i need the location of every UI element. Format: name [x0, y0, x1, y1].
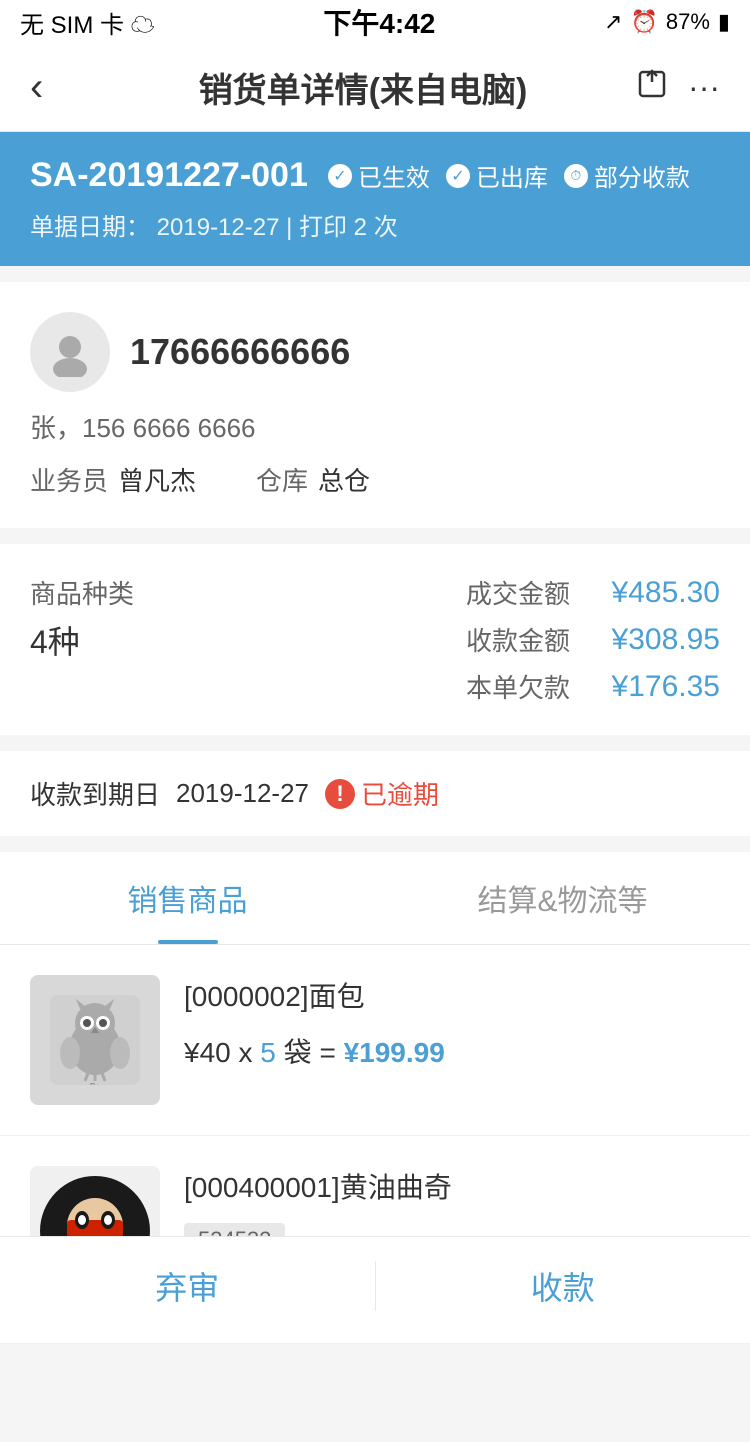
- check-icon-1: ✓: [328, 164, 352, 188]
- status-left: 无 SIM 卡 ☁: [20, 5, 155, 40]
- tab-settlement[interactable]: 结算&物流等: [375, 852, 750, 944]
- equals-1: =: [319, 1037, 343, 1068]
- amounts: 成交金额 ¥485.30 收款金额 ¥308.95 本单欠款 ¥176.35: [466, 574, 720, 705]
- sim-status: 无 SIM 卡 ☁: [20, 5, 155, 40]
- total-1: ¥199.99: [344, 1037, 445, 1068]
- amount-row-collected: 收款金额 ¥308.95: [466, 621, 720, 658]
- tabs-row: 销售商品 结算&物流等: [0, 852, 750, 945]
- svg-text:B+: B+: [90, 1082, 100, 1085]
- status-time: 下午4:42: [323, 2, 435, 42]
- type-value: 4种: [30, 617, 134, 663]
- due-section: 收款到期日 2019-12-27 ! 已逾期: [0, 751, 750, 836]
- back-button[interactable]: ‹: [30, 65, 90, 110]
- nav-bar: ‹ 销货单详情(来自电脑) ···: [0, 44, 750, 132]
- battery-status: 87%: [666, 9, 710, 35]
- salesperson-value: 曾凡杰: [118, 461, 196, 498]
- salesperson-label: 业务员: [30, 461, 108, 498]
- tab-sales-products[interactable]: 销售商品: [0, 852, 375, 944]
- product-name-2: [000400001]黄油曲奇: [184, 1166, 720, 1206]
- customer-section: 17666666666 张，156 6666 6666 业务员 曾凡杰 仓库 总…: [0, 282, 750, 528]
- summary-section: 商品种类 4种 成交金额 ¥485.30 收款金额 ¥308.95 本单欠款 ¥…: [0, 544, 750, 735]
- order-header: SA-20191227-001 ✓ 已生效 ✓ 已出库 ⏱ 部分收款 单据日期：…: [0, 132, 750, 266]
- debt-label: 本单欠款: [466, 668, 570, 705]
- order-id: SA-20191227-001: [30, 156, 308, 195]
- status-badge-shipped: ✓ 已出库: [446, 158, 548, 193]
- due-label: 收款到期日: [30, 775, 160, 812]
- status-badge-partial: ⏱ 部分收款: [564, 158, 690, 193]
- clock-icon: ⏱: [564, 164, 588, 188]
- status-badges: ✓ 已生效 ✓ 已出库 ⏱ 部分收款: [328, 158, 690, 193]
- order-date: 单据日期： 2019-12-27 | 打印 2 次: [30, 207, 720, 242]
- customer-meta: 业务员 曾凡杰 仓库 总仓: [30, 461, 720, 498]
- alarm-icon: ⏰: [630, 9, 657, 35]
- price-sep-1: x: [239, 1037, 261, 1068]
- avatar: [30, 312, 110, 392]
- warehouse-label: 仓库: [256, 461, 308, 498]
- customer-info: 张，156 6666 6666: [30, 408, 720, 445]
- warehouse-field: 仓库 总仓: [256, 461, 370, 498]
- amount-row-total: 成交金额 ¥485.30: [466, 574, 720, 611]
- product-item-1: B+ [0000002]面包 ¥40 x 5 袋 = ¥199.99: [0, 945, 750, 1136]
- unit-1: 袋: [284, 1037, 312, 1068]
- page-title: 销货单详情(来自电脑): [199, 63, 528, 112]
- product-info-1: [0000002]面包 ¥40 x 5 袋 = ¥199.99: [184, 975, 720, 1071]
- overdue-text: 已逾期: [361, 775, 439, 812]
- due-date: 2019-12-27: [176, 778, 309, 809]
- overdue-badge: ! 已逾期: [325, 775, 439, 812]
- warehouse-value: 总仓: [318, 461, 370, 498]
- product-thumb-1: B+: [30, 975, 160, 1105]
- battery-icon: ▮: [718, 9, 730, 35]
- status-right: ↗ ⏰ 87% ▮: [604, 9, 730, 35]
- collect-payment-button[interactable]: 收款: [376, 1239, 750, 1333]
- amount-label: 成交金额: [466, 574, 570, 611]
- share-button[interactable]: [636, 68, 668, 108]
- location-icon: ↗: [604, 9, 622, 35]
- price-base-1: ¥40: [184, 1037, 231, 1068]
- quantity-1: 5: [260, 1037, 276, 1068]
- nav-actions: ···: [636, 68, 720, 108]
- product-count: 商品种类 4种: [30, 574, 134, 663]
- bottom-bar: 弃审 收款: [0, 1236, 750, 1334]
- more-button[interactable]: ···: [688, 69, 720, 106]
- customer-name: 17666666666: [130, 331, 350, 373]
- overdue-icon: !: [325, 779, 355, 809]
- cancel-audit-button[interactable]: 弃审: [0, 1239, 375, 1333]
- product-price-1: ¥40 x 5 袋 = ¥199.99: [184, 1031, 720, 1071]
- product-name-1: [0000002]面包: [184, 975, 720, 1015]
- collected-label: 收款金额: [466, 621, 570, 658]
- debt-value: ¥176.35: [590, 670, 720, 704]
- collected-value: ¥308.95: [590, 623, 720, 657]
- amount-row-debt: 本单欠款 ¥176.35: [466, 668, 720, 705]
- status-bar: 无 SIM 卡 ☁ 下午4:42 ↗ ⏰ 87% ▮: [0, 0, 750, 44]
- type-label: 商品种类: [30, 574, 134, 611]
- check-icon-2: ✓: [446, 164, 470, 188]
- amount-value: ¥485.30: [590, 576, 720, 610]
- salesperson-field: 业务员 曾凡杰: [30, 461, 196, 498]
- status-badge-active: ✓ 已生效: [328, 158, 430, 193]
